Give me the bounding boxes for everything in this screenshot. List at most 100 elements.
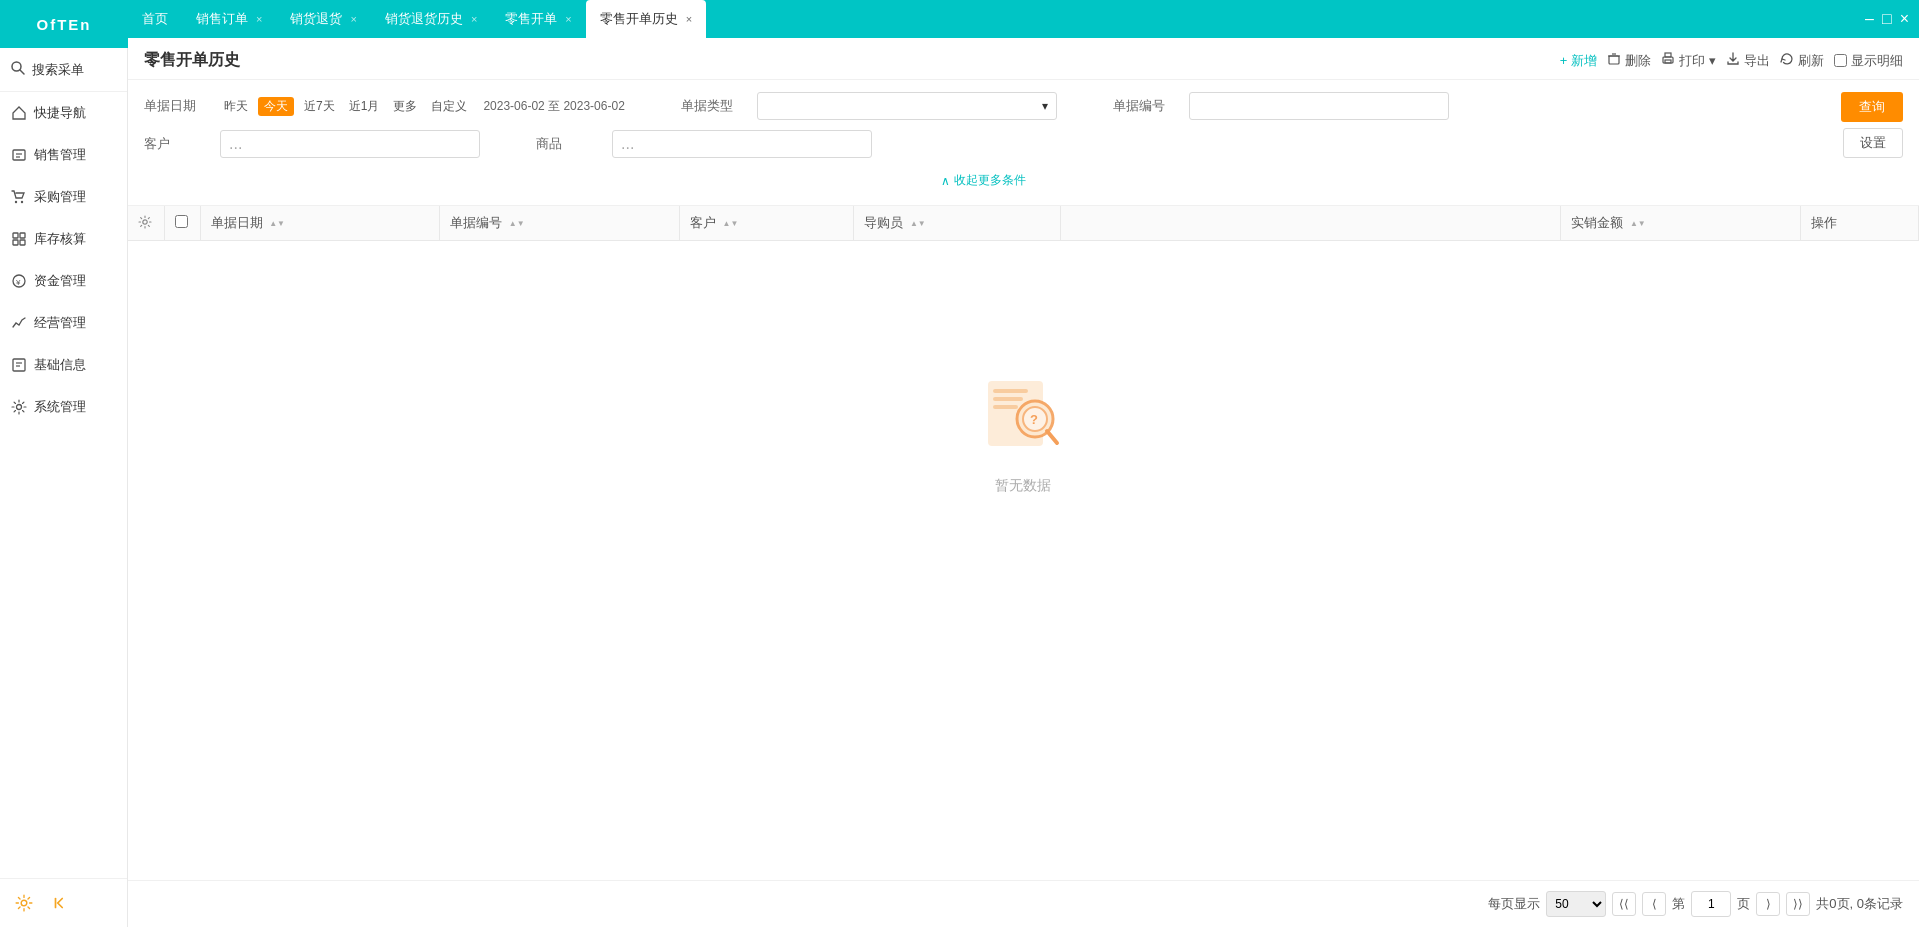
filter-row-1: 单据日期 昨天 今天 近7天 近1月 更多 自定义 2023-06-02 至 2…	[144, 92, 1823, 120]
window-maximize[interactable]: □	[1882, 10, 1892, 28]
th-amount[interactable]: 实销金额 ▲▼	[1561, 206, 1801, 241]
show-detail-checkbox-label[interactable]: 显示明细	[1834, 52, 1903, 70]
th-date[interactable]: 单据日期 ▲▼	[200, 206, 440, 241]
page-last-btn[interactable]: ⟩⟩	[1786, 892, 1810, 916]
customer-dots: ...	[229, 135, 242, 153]
date-btn-today[interactable]: 今天	[258, 97, 294, 116]
sidebar-item-sys-mgmt[interactable]: 系统管理	[0, 386, 127, 428]
date-btn-7days[interactable]: 近7天	[300, 97, 339, 116]
tab-sales-return-close[interactable]: ×	[350, 13, 356, 25]
sort-customer-icon[interactable]: ▲▼	[722, 219, 738, 228]
goods-input-area[interactable]: ...	[612, 130, 872, 158]
page-next-btn[interactable]: ⟩	[1756, 892, 1780, 916]
th-salesperson[interactable]: 导购员 ▲▼	[854, 206, 1061, 241]
print-icon	[1661, 52, 1675, 69]
svg-rect-7	[13, 233, 18, 238]
sidebar-item-finance[interactable]: ¥ 资金管理	[0, 260, 127, 302]
th-customer[interactable]: 客户 ▲▼	[679, 206, 853, 241]
print-button[interactable]: 打印 ▾	[1661, 52, 1716, 70]
svg-point-6	[21, 201, 23, 203]
doc-type-select[interactable]: ▾	[757, 92, 1057, 120]
sidebar-item-sales-mgmt[interactable]: 销售管理	[0, 134, 127, 176]
per-page-label: 每页显示	[1488, 895, 1540, 913]
query-button[interactable]: 查询	[1841, 92, 1903, 122]
doc-type-dropdown-icon: ▾	[1042, 99, 1048, 113]
pagination: 每页显示 50 10 20 100 ⟨⟨ ⟨ 第 页 ⟩ ⟩⟩ 共0页, 0条记…	[128, 880, 1919, 927]
date-btn-more[interactable]: 更多	[389, 97, 421, 116]
sort-docno-icon[interactable]: ▲▼	[509, 219, 525, 228]
svg-rect-2	[13, 150, 25, 160]
doc-no-input[interactable]	[1189, 92, 1449, 120]
sidebar-collapse-icon[interactable]	[46, 889, 74, 917]
window-minimize[interactable]: –	[1865, 10, 1874, 28]
tab-home[interactable]: 首页	[128, 0, 182, 38]
sidebar-item-purchase-mgmt[interactable]: 采购管理	[0, 176, 127, 218]
window-close[interactable]: ×	[1900, 10, 1909, 28]
search-icon	[10, 60, 26, 79]
filter-settings-button[interactable]: 设置	[1843, 128, 1903, 158]
th-docno[interactable]: 单据编号 ▲▼	[440, 206, 680, 241]
per-page-select[interactable]: 50 10 20 100	[1546, 891, 1606, 917]
page-first-btn[interactable]: ⟨⟨	[1612, 892, 1636, 916]
table-gear-icon[interactable]	[138, 217, 152, 232]
content-area: 零售开单历史 + 新增 删除 打印 ▾	[128, 38, 1919, 927]
customer-input-area[interactable]: ...	[220, 130, 480, 158]
tab-retail-open-close[interactable]: ×	[565, 13, 571, 25]
doc-no-label: 单据编号	[1113, 97, 1173, 115]
tab-retail-open-history[interactable]: 零售开单历史 ×	[586, 0, 706, 38]
finance-icon: ¥	[10, 272, 28, 290]
tab-sales-order[interactable]: 销售订单 ×	[182, 0, 276, 38]
collapse-label: 收起更多条件	[954, 172, 1026, 189]
tab-retail-open[interactable]: 零售开单 ×	[491, 0, 585, 38]
tab-retail-open-history-close[interactable]: ×	[686, 13, 692, 25]
th-amount-label: 实销金额	[1571, 215, 1623, 230]
page-number-input[interactable]	[1691, 891, 1731, 917]
sys-icon	[10, 398, 28, 416]
svg-rect-23	[1665, 53, 1671, 57]
page-prev-btn[interactable]: ⟨	[1642, 892, 1666, 916]
show-detail-checkbox[interactable]	[1834, 54, 1847, 67]
tab-sales-return[interactable]: 销货退货 ×	[276, 0, 370, 38]
tab-sales-return-label: 销货退货	[290, 10, 342, 28]
sort-amount-icon[interactable]: ▲▼	[1630, 219, 1646, 228]
tab-sales-order-close[interactable]: ×	[256, 13, 262, 25]
print-dropdown-icon[interactable]: ▾	[1709, 53, 1716, 68]
svg-text:¥: ¥	[15, 278, 21, 287]
sidebar: OfTEn 搜索采单 快捷导航 销售管理 采购管理 库存核算 ¥ 资金管理	[0, 0, 128, 927]
date-btn-1month[interactable]: 近1月	[345, 97, 384, 116]
empty-icon: ?	[973, 361, 1073, 461]
refresh-button[interactable]: 刷新	[1780, 52, 1824, 70]
inventory-icon	[10, 230, 28, 248]
sidebar-item-inventory[interactable]: 库存核算	[0, 218, 127, 260]
sidebar-item-basic-info[interactable]: 基础信息	[0, 344, 127, 386]
delete-label: 删除	[1625, 52, 1651, 70]
date-btn-yesterday[interactable]: 昨天	[220, 97, 252, 116]
export-button[interactable]: 导出	[1726, 52, 1770, 70]
refresh-label: 刷新	[1798, 52, 1824, 70]
th-action-label: 操作	[1811, 215, 1837, 230]
tab-sales-return-history-close[interactable]: ×	[471, 13, 477, 25]
svg-line-1	[20, 70, 24, 74]
settings-gear-icon[interactable]	[10, 889, 38, 917]
sort-date-icon[interactable]: ▲▼	[269, 219, 285, 228]
sort-salesperson-icon[interactable]: ▲▼	[910, 219, 926, 228]
collapse-button[interactable]: ∧ 收起更多条件	[929, 168, 1038, 193]
ops-icon	[10, 314, 28, 332]
add-button[interactable]: + 新增	[1560, 52, 1597, 70]
sidebar-item-ops[interactable]: 经营管理	[0, 302, 127, 344]
tab-sales-return-history[interactable]: 销货退货历史 ×	[371, 0, 491, 38]
th-settings[interactable]	[128, 206, 164, 241]
empty-text: 暂无数据	[995, 477, 1051, 495]
delete-icon	[1607, 52, 1621, 69]
th-checkbox[interactable]	[164, 206, 200, 241]
th-salesperson-label: 导购员	[864, 215, 903, 230]
select-all-checkbox[interactable]	[175, 215, 188, 228]
svg-text:?: ?	[1030, 412, 1038, 427]
date-btn-custom[interactable]: 自定义	[427, 97, 471, 116]
sidebar-search[interactable]: 搜索采单	[0, 48, 127, 92]
sidebar-item-label: 基础信息	[34, 356, 86, 374]
sidebar-item-quick-nav[interactable]: 快捷导航	[0, 92, 127, 134]
svg-rect-10	[20, 240, 25, 245]
delete-button[interactable]: 删除	[1607, 52, 1651, 70]
sidebar-item-label: 销售管理	[34, 146, 86, 164]
